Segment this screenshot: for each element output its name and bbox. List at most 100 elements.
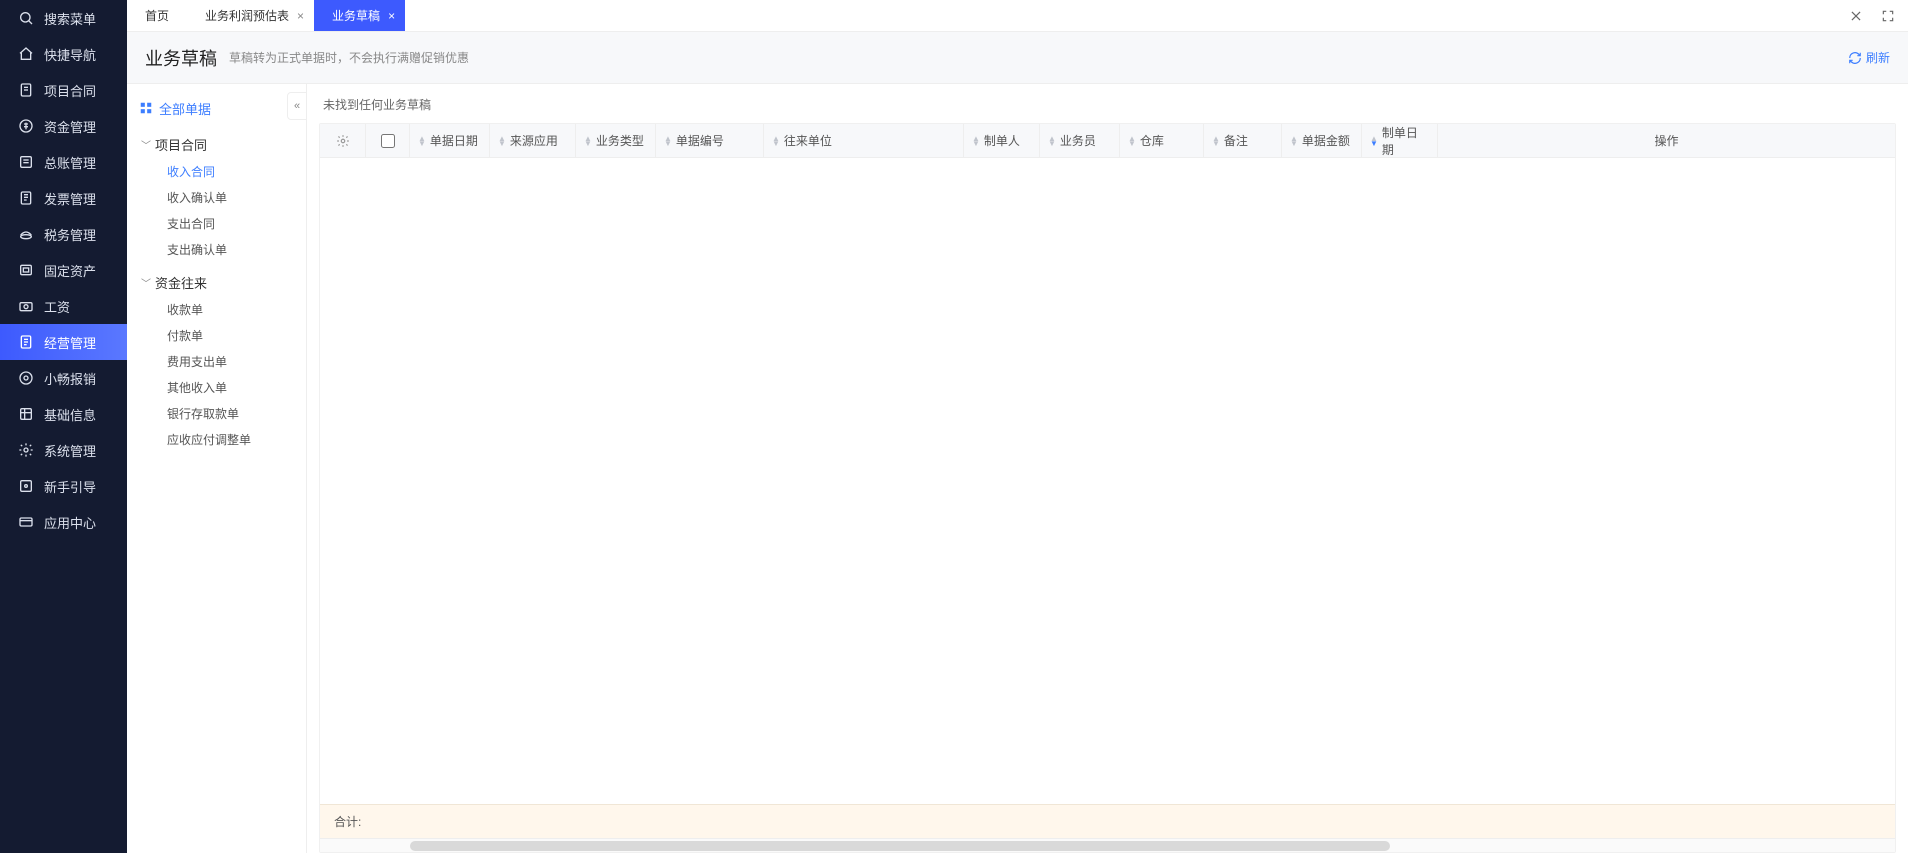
page-title: 业务草稿 <box>145 45 217 71</box>
table-header: 单据日期 来源应用 业务类型 单据编号 往来单位 制单人 业务员 仓库 备注 单… <box>320 124 1895 158</box>
category-item-expense-contract[interactable]: 支出合同 <box>127 210 306 236</box>
sort-icon <box>584 136 592 146</box>
sidebar-item-label: 发票管理 <box>44 189 96 208</box>
sidebar-item-project[interactable]: 项目合同 <box>0 72 127 108</box>
column-header-amount[interactable]: 单据金额 <box>1282 124 1362 157</box>
category-group-project[interactable]: ﹀ 项目合同 <box>127 130 306 158</box>
chevron-left-icon: « <box>294 100 300 112</box>
close-icon[interactable]: × <box>388 9 395 23</box>
column-header-note[interactable]: 备注 <box>1204 124 1282 157</box>
sidebar-item-salary[interactable]: 工资 <box>0 288 127 324</box>
sidebar-item-quicknav[interactable]: 快捷导航 <box>0 36 127 72</box>
column-header-warehouse[interactable]: 仓库 <box>1120 124 1204 157</box>
column-settings-button[interactable] <box>320 124 366 157</box>
sidebar-item-label: 税务管理 <box>44 225 96 244</box>
sidebar-item-search[interactable]: 搜索菜单 <box>0 0 127 36</box>
caret-down-icon: ﹀ <box>141 137 151 152</box>
tab-profit-estimate[interactable]: 业务利润预估表 × <box>187 0 314 31</box>
column-header-sales[interactable]: 业务员 <box>1040 124 1120 157</box>
category-group-label: 资金往来 <box>155 273 207 292</box>
sort-icon <box>772 136 780 146</box>
sidebar-item-fund[interactable]: 资金管理 <box>0 108 127 144</box>
category-item-income-contract[interactable]: 收入合同 <box>127 158 306 184</box>
sidebar-item-label: 项目合同 <box>44 81 96 100</box>
sort-icon <box>972 136 980 146</box>
sort-icon <box>1212 136 1220 146</box>
main-sidebar: 搜索菜单 快捷导航 项目合同 资金管理 总账管理 发票管理 税务管理 固定资产 <box>0 0 127 853</box>
sort-icon <box>1048 136 1056 146</box>
column-header-source[interactable]: 来源应用 <box>490 124 576 157</box>
category-item-other-income[interactable]: 其他收入单 <box>127 374 306 400</box>
tab-label: 业务利润预估表 <box>205 7 289 24</box>
caret-down-icon: ﹀ <box>141 275 151 290</box>
category-item-ar-ap-adjust[interactable]: 应收应付调整单 <box>127 426 306 452</box>
column-header-maker[interactable]: 制单人 <box>964 124 1040 157</box>
sidebar-item-label: 基础信息 <box>44 405 96 424</box>
sort-icon <box>418 136 426 146</box>
sidebar-item-label: 应用中心 <box>44 513 96 532</box>
category-item-receipt[interactable]: 收款单 <box>127 296 306 322</box>
category-item-expense-confirm[interactable]: 支出确认单 <box>127 236 306 262</box>
category-item-bank-transfer[interactable]: 银行存取款单 <box>127 400 306 426</box>
sidebar-item-appcenter[interactable]: 应用中心 <box>0 504 127 540</box>
sidebar-item-invoice[interactable]: 发票管理 <box>0 180 127 216</box>
tabs-bar: 首页 业务利润预估表 × 业务草稿 × <box>127 0 1908 32</box>
sidebar-item-label: 系统管理 <box>44 441 96 460</box>
close-icon[interactable]: × <box>297 9 304 23</box>
total-label: 合计: <box>334 813 361 830</box>
category-item-income-confirm[interactable]: 收入确认单 <box>127 184 306 210</box>
sidebar-item-label: 经营管理 <box>44 333 96 352</box>
category-item-expense-sheet[interactable]: 费用支出单 <box>127 348 306 374</box>
column-header-makedate[interactable]: 制单日期 <box>1362 124 1438 157</box>
column-header-operation: 操作 <box>1438 124 1895 157</box>
sort-icon <box>664 136 672 146</box>
sidebar-item-base[interactable]: 基础信息 <box>0 396 127 432</box>
refresh-icon <box>1848 51 1862 65</box>
column-header-number[interactable]: 单据编号 <box>656 124 764 157</box>
sidebar-item-ledger[interactable]: 总账管理 <box>0 144 127 180</box>
collapse-panel-button[interactable]: « <box>287 92 307 120</box>
page-header: 业务草稿 草稿转为正式单据时，不会执行满赠促销优惠 刷新 <box>127 32 1908 84</box>
sidebar-item-biz[interactable]: 经营管理 <box>0 324 127 360</box>
column-header-type[interactable]: 业务类型 <box>576 124 656 157</box>
column-header-unit[interactable]: 往来单位 <box>764 124 964 157</box>
sort-icon <box>498 136 506 146</box>
category-group-fund[interactable]: ﹀ 资金往来 <box>127 268 306 296</box>
scrollbar-thumb[interactable] <box>410 841 1390 851</box>
all-documents-link[interactable]: 全部单据 <box>127 92 306 124</box>
column-header-date[interactable]: 单据日期 <box>410 124 490 157</box>
empty-message: 未找到任何业务草稿 <box>319 92 1896 123</box>
fullscreen-button[interactable] <box>1874 2 1902 30</box>
tab-home[interactable]: 首页 <box>127 0 187 31</box>
sidebar-item-asset[interactable]: 固定资产 <box>0 252 127 288</box>
category-item-payment[interactable]: 付款单 <box>127 322 306 348</box>
table-body <box>320 158 1895 804</box>
data-table: 单据日期 来源应用 业务类型 单据编号 往来单位 制单人 业务员 仓库 备注 单… <box>319 123 1896 853</box>
sidebar-item-guide[interactable]: 新手引导 <box>0 468 127 504</box>
tab-business-draft[interactable]: 业务草稿 × <box>314 0 405 31</box>
sidebar-item-label: 快捷导航 <box>44 45 96 64</box>
table-footer-total: 合计: <box>320 804 1895 838</box>
sidebar-item-label: 工资 <box>44 297 70 316</box>
horizontal-scrollbar[interactable] <box>320 838 1895 852</box>
content-area: 未找到任何业务草稿 单据日期 来源应用 业务类型 单据编号 往来单位 <box>307 84 1908 853</box>
refresh-button[interactable]: 刷新 <box>1848 49 1890 66</box>
category-panel: 全部单据 « ﹀ 项目合同 收入合同 收入确认单 支出合同 支出确认单 <box>127 84 307 853</box>
sidebar-item-label: 资金管理 <box>44 117 96 136</box>
sort-icon <box>1128 136 1136 146</box>
sidebar-item-label: 总账管理 <box>44 153 96 172</box>
sidebar-item-reimb[interactable]: 小畅报销 <box>0 360 127 396</box>
tab-label: 业务草稿 <box>332 7 380 24</box>
sidebar-item-system[interactable]: 系统管理 <box>0 432 127 468</box>
sidebar-item-label: 固定资产 <box>44 261 96 280</box>
column-checkbox[interactable] <box>366 124 410 157</box>
refresh-label: 刷新 <box>1866 49 1890 66</box>
tab-label: 首页 <box>145 7 169 24</box>
sidebar-item-tax[interactable]: 税务管理 <box>0 216 127 252</box>
close-all-button[interactable] <box>1842 2 1870 30</box>
sidebar-item-label: 新手引导 <box>44 477 96 496</box>
sort-icon <box>1290 136 1298 146</box>
grid-icon <box>139 101 153 115</box>
select-all-checkbox[interactable] <box>381 134 395 148</box>
sort-icon <box>1370 136 1378 146</box>
